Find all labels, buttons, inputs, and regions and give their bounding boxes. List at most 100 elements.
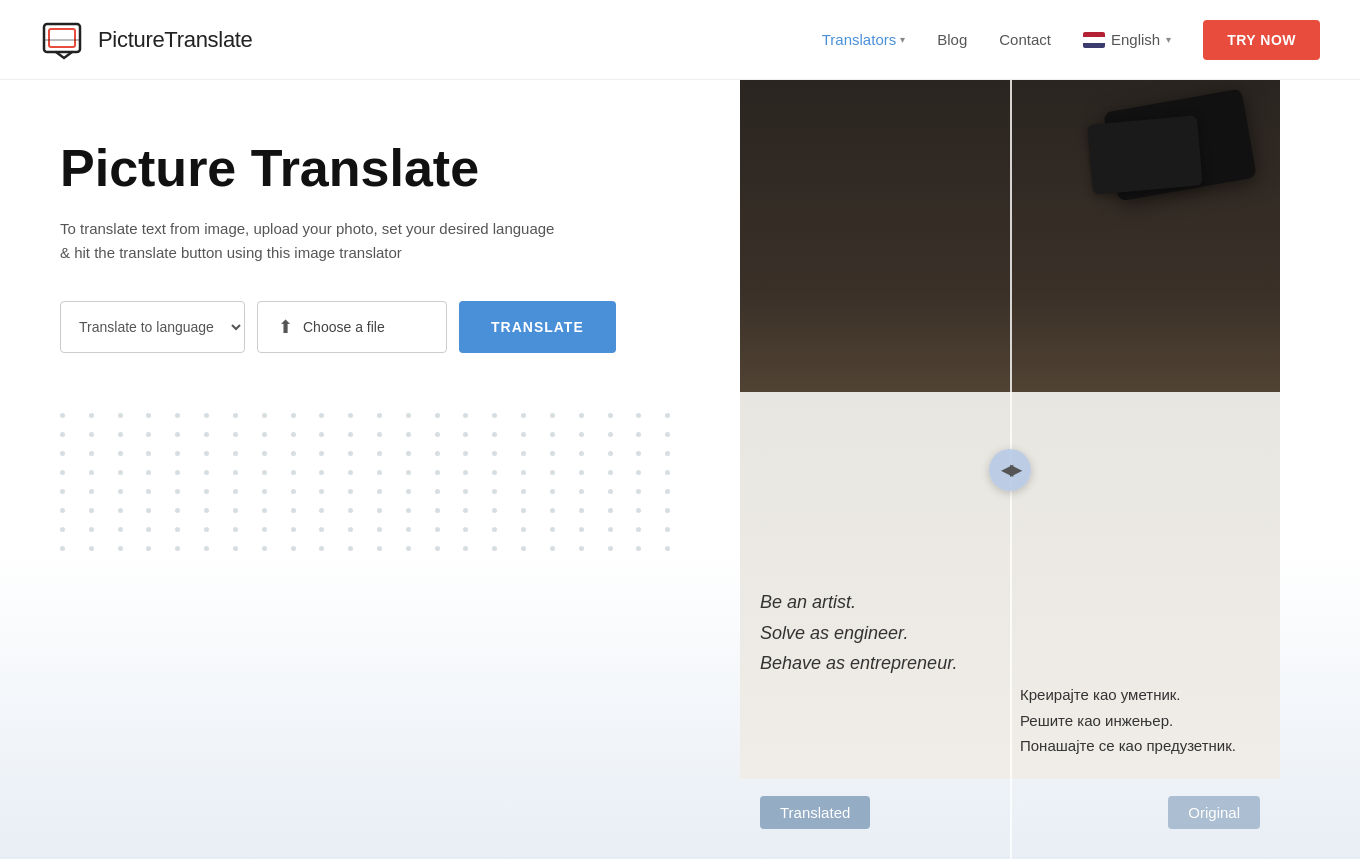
dot bbox=[204, 470, 209, 475]
dot bbox=[665, 546, 670, 551]
dot bbox=[550, 546, 555, 551]
dot bbox=[348, 489, 353, 494]
dot bbox=[406, 489, 411, 494]
dot bbox=[175, 432, 180, 437]
dot bbox=[291, 432, 296, 437]
left-panel: Picture Translate To translate text from… bbox=[0, 80, 740, 859]
dot bbox=[319, 432, 324, 437]
dot bbox=[262, 527, 267, 532]
image-comparison-panel: Be an artist. Solve as engineer. Behave … bbox=[740, 80, 1280, 859]
phone-shape-2 bbox=[1087, 115, 1203, 194]
dot bbox=[146, 489, 151, 494]
main-wrapper: Picture Translate To translate text from… bbox=[0, 80, 1360, 859]
dot bbox=[579, 451, 584, 456]
dot bbox=[521, 527, 526, 532]
translate-button[interactable]: TRANSLATE bbox=[459, 301, 616, 353]
dot bbox=[492, 470, 497, 475]
dot bbox=[319, 546, 324, 551]
dot bbox=[435, 451, 440, 456]
dot bbox=[463, 432, 468, 437]
dot bbox=[118, 527, 123, 532]
dot bbox=[492, 508, 497, 513]
dot bbox=[60, 508, 65, 513]
original-line-2: Решите као инжењер. bbox=[1020, 708, 1264, 734]
logo-text: PictureTranslate bbox=[98, 27, 253, 53]
dot bbox=[89, 546, 94, 551]
dot bbox=[319, 489, 324, 494]
dot bbox=[579, 489, 584, 494]
language-dropdown[interactable]: Translate to languageEnglishSpanishFrenc… bbox=[60, 301, 245, 353]
dot bbox=[636, 413, 641, 418]
dot bbox=[492, 527, 497, 532]
original-text-area: Креирајте као уметник. Решите као инжење… bbox=[1010, 392, 1280, 779]
main-nav: Translators ▾ Blog Contact English ▾ TRY… bbox=[822, 20, 1320, 60]
hero-description: To translate text from image, upload you… bbox=[60, 217, 560, 265]
dot bbox=[521, 451, 526, 456]
dot bbox=[118, 508, 123, 513]
dot bbox=[435, 432, 440, 437]
try-now-button[interactable]: TRY NOW bbox=[1203, 20, 1320, 60]
dot bbox=[89, 413, 94, 418]
dot bbox=[204, 413, 209, 418]
original-line-1: Креирајте као уметник. bbox=[1020, 682, 1264, 708]
dot bbox=[435, 527, 440, 532]
dot bbox=[406, 527, 411, 532]
dot bbox=[492, 432, 497, 437]
upload-icon: ⬆ bbox=[278, 316, 293, 338]
dot bbox=[608, 451, 613, 456]
dot bbox=[262, 470, 267, 475]
dot bbox=[204, 489, 209, 494]
dot bbox=[146, 470, 151, 475]
dot bbox=[89, 470, 94, 475]
file-upload-label: Choose a file bbox=[303, 319, 385, 335]
translators-chevron-icon: ▾ bbox=[900, 34, 905, 45]
dot bbox=[291, 508, 296, 513]
dot bbox=[377, 508, 382, 513]
dot bbox=[608, 546, 613, 551]
dot bbox=[291, 413, 296, 418]
dot bbox=[579, 527, 584, 532]
dot bbox=[406, 470, 411, 475]
nav-blog[interactable]: Blog bbox=[937, 31, 967, 48]
logo[interactable]: PictureTranslate bbox=[40, 16, 253, 64]
nav-translators[interactable]: Translators ▾ bbox=[822, 31, 905, 48]
dot bbox=[435, 470, 440, 475]
original-text: Креирајте као уметник. Решите као инжење… bbox=[1020, 682, 1264, 759]
language-selector[interactable]: English ▾ bbox=[1083, 31, 1171, 48]
dot bbox=[291, 527, 296, 532]
dot bbox=[608, 527, 613, 532]
comparison-slider-handle[interactable]: ◀▶ bbox=[989, 449, 1031, 491]
dot bbox=[348, 413, 353, 418]
dot bbox=[377, 432, 382, 437]
dot bbox=[204, 546, 209, 551]
dot bbox=[665, 432, 670, 437]
dot bbox=[406, 451, 411, 456]
dot bbox=[550, 451, 555, 456]
dot bbox=[233, 432, 238, 437]
dot bbox=[118, 432, 123, 437]
dot bbox=[463, 470, 468, 475]
dot bbox=[435, 489, 440, 494]
dot bbox=[146, 432, 151, 437]
dot bbox=[579, 508, 584, 513]
dot bbox=[233, 413, 238, 418]
dot bbox=[146, 451, 151, 456]
nav-contact[interactable]: Contact bbox=[999, 31, 1051, 48]
dot bbox=[348, 527, 353, 532]
dot bbox=[60, 432, 65, 437]
dot bbox=[550, 470, 555, 475]
dot bbox=[175, 508, 180, 513]
dot bbox=[175, 451, 180, 456]
dot bbox=[665, 508, 670, 513]
dot bbox=[291, 451, 296, 456]
header: PictureTranslate Translators ▾ Blog Cont… bbox=[0, 0, 1360, 80]
original-label: Original bbox=[1168, 796, 1260, 829]
dot bbox=[319, 470, 324, 475]
dot bbox=[291, 546, 296, 551]
dot bbox=[89, 527, 94, 532]
dot bbox=[550, 508, 555, 513]
dot bbox=[204, 508, 209, 513]
dot bbox=[463, 451, 468, 456]
file-upload-button[interactable]: ⬆ Choose a file bbox=[257, 301, 447, 353]
dot bbox=[636, 527, 641, 532]
